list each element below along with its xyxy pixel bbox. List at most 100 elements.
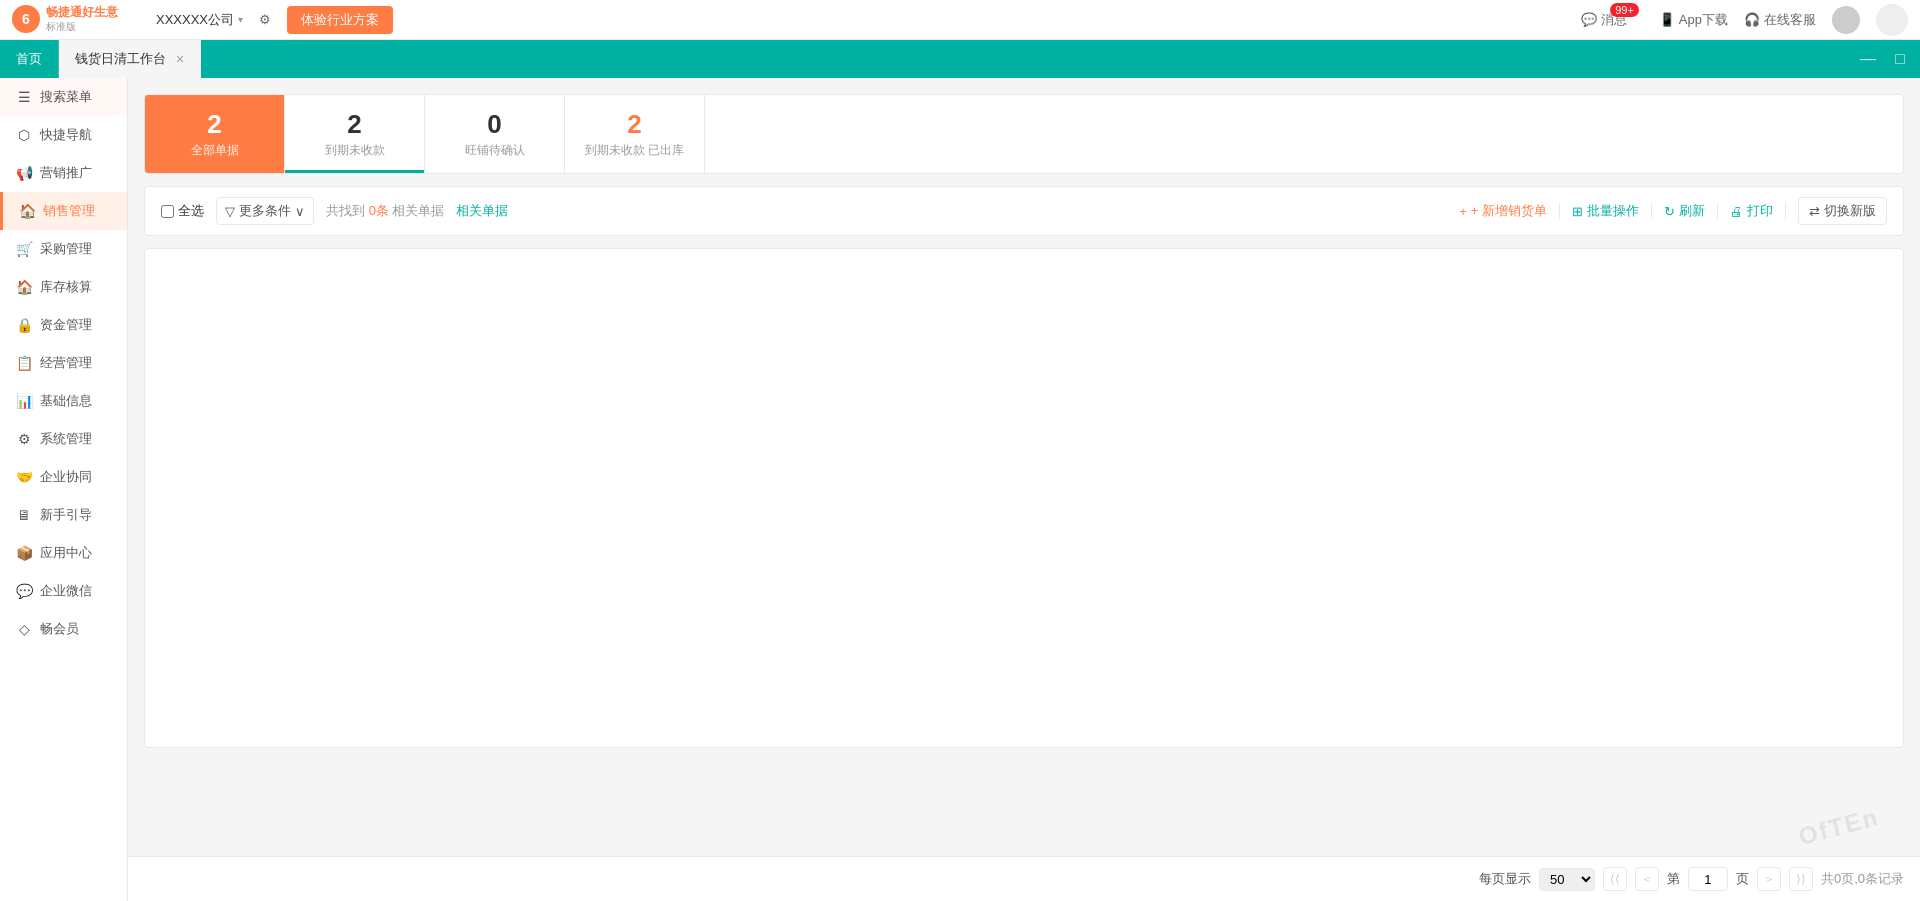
print-icon: 🖨 xyxy=(1730,204,1743,219)
sidebar-label-operations: 经营管理 xyxy=(40,354,92,372)
more-filter-label: 更多条件 xyxy=(239,202,291,220)
refresh-icon: ↻ xyxy=(1664,204,1675,219)
tab-expand-button[interactable]: □ xyxy=(1888,47,1912,71)
tab-workbench-label: 钱货日清工作台 xyxy=(75,50,166,68)
select-all-label: 全选 xyxy=(178,202,204,220)
first-page-button[interactable]: ⟨⟨ xyxy=(1603,867,1627,891)
sidebar-item-system[interactable]: ⚙ 系统管理 xyxy=(0,420,127,458)
main-content: 2 全部单据 2 到期未收款 0 旺铺待确认 2 到期未收款 已出库 全选 ▽ … xyxy=(128,78,1920,901)
plus-icon: + xyxy=(1459,204,1467,219)
stat-tab-all[interactable]: 2 全部单据 xyxy=(145,95,285,173)
company-chevron-icon: ▾ xyxy=(238,14,243,25)
new-order-button[interactable]: + + 新增销货单 xyxy=(1459,202,1547,220)
enterprise-icon: 🤝 xyxy=(16,469,32,485)
select-all-checkbox[interactable]: 全选 xyxy=(161,202,204,220)
sidebar-item-vip[interactable]: ◇ 畅会员 xyxy=(0,610,127,648)
sidebar-item-inventory[interactable]: 🏠 库存核算 xyxy=(0,268,127,306)
more-filter-button[interactable]: ▽ 更多条件 ∨ xyxy=(216,197,314,225)
sidebar-item-enterprise[interactable]: 🤝 企业协同 xyxy=(0,458,127,496)
marketing-icon: 📢 xyxy=(16,165,32,181)
system-icon: ⚙ xyxy=(16,431,32,447)
download-icon: 📱 xyxy=(1659,12,1675,27)
trial-button[interactable]: 体验行业方案 xyxy=(287,6,393,34)
sidebar-label-purchase: 采购管理 xyxy=(40,240,92,258)
stat-label-overdue: 到期未收款 xyxy=(301,142,408,159)
tab-minimize-button[interactable]: — xyxy=(1856,47,1880,71)
page-unit: 页 xyxy=(1736,870,1749,888)
refresh-button[interactable]: ↻ 刷新 xyxy=(1664,202,1705,220)
stat-num-pending: 0 xyxy=(441,109,548,140)
stat-tab-outbound[interactable]: 2 到期未收款 已出库 xyxy=(565,95,705,173)
sidebar-item-quick-nav[interactable]: ⬡ 快捷导航 xyxy=(0,116,127,154)
vip-icon: ◇ xyxy=(16,621,32,637)
divider-4 xyxy=(1785,203,1786,219)
sidebar-item-funds[interactable]: 🔒 资金管理 xyxy=(0,306,127,344)
sidebar-item-purchase[interactable]: 🛒 采购管理 xyxy=(0,230,127,268)
company-selector[interactable]: XXXXXX公司 ▾ xyxy=(156,11,243,29)
switch-icon: ⇄ xyxy=(1809,204,1820,219)
stat-tab-pending[interactable]: 0 旺铺待确认 xyxy=(425,95,565,173)
sidebar-label-app-center: 应用中心 xyxy=(40,544,92,562)
page-input[interactable] xyxy=(1688,867,1728,891)
sidebar-label-sales: 销售管理 xyxy=(43,202,95,220)
sidebar-item-sales[interactable]: 🏠 销售管理 xyxy=(0,192,127,230)
divider-2 xyxy=(1651,203,1652,219)
tab-actions: — □ xyxy=(1856,40,1920,78)
related-docs-link[interactable]: 相关单据 xyxy=(456,202,508,220)
sidebar-item-wechat[interactable]: 💬 企业微信 xyxy=(0,572,127,610)
messages-button[interactable]: 💬 消息 99+ xyxy=(1581,11,1627,29)
online-service-button[interactable]: 🎧 在线客服 xyxy=(1744,11,1816,29)
sidebar-label-inventory: 库存核算 xyxy=(40,278,92,296)
sidebar-item-app-center[interactable]: 📦 应用中心 xyxy=(0,534,127,572)
tab-workbench[interactable]: 钱货日清工作台 × xyxy=(59,40,201,78)
sidebar-item-marketing[interactable]: 📢 营销推广 xyxy=(0,154,127,192)
print-button[interactable]: 🖨 打印 xyxy=(1730,202,1773,220)
service-icon: 🎧 xyxy=(1744,12,1760,27)
sidebar-item-search-menu[interactable]: ☰ 搜索菜单 xyxy=(0,78,127,116)
sidebar-label-quick-nav: 快捷导航 xyxy=(40,126,92,144)
page-total: 共0页,0条记录 xyxy=(1821,870,1904,888)
sidebar-item-guide[interactable]: 🖥 新手引导 xyxy=(0,496,127,534)
sidebar-label-enterprise: 企业协同 xyxy=(40,468,92,486)
logo-area: 6 畅捷通好生意 标准版 xyxy=(12,5,140,33)
switch-version-button[interactable]: ⇄ 切换新版 xyxy=(1798,197,1887,225)
per-page-label: 每页显示 xyxy=(1479,870,1531,888)
tab-home[interactable]: 首页 xyxy=(0,40,59,78)
app-download-label: App下载 xyxy=(1679,11,1728,29)
online-service-label: 在线客服 xyxy=(1764,11,1816,29)
purchase-icon: 🛒 xyxy=(16,241,32,257)
sidebar-label-wechat: 企业微信 xyxy=(40,582,92,600)
divider-1 xyxy=(1559,203,1560,219)
app-center-icon: 📦 xyxy=(16,545,32,561)
wechat-icon: 💬 xyxy=(16,583,32,599)
next-page-button[interactable]: ＞ xyxy=(1757,867,1781,891)
toolbar-left: 全选 ▽ 更多条件 ∨ 共找到 0条 相关单据 相关单据 xyxy=(161,197,1447,225)
stat-label-pending: 旺铺待确认 xyxy=(441,142,548,159)
filter-chevron-icon: ∨ xyxy=(295,204,305,219)
sidebar-item-base-info[interactable]: 📊 基础信息 xyxy=(0,382,127,420)
avatar[interactable] xyxy=(1832,6,1860,34)
per-page-select[interactable]: 20 50 100 xyxy=(1539,868,1595,891)
batch-icon: ⊞ xyxy=(1572,204,1583,219)
tab-close-icon[interactable]: × xyxy=(176,51,184,67)
divider-3 xyxy=(1717,203,1718,219)
stat-label-outbound: 到期未收款 已出库 xyxy=(581,142,688,159)
funds-icon: 🔒 xyxy=(16,317,32,333)
stat-tab-overdue[interactable]: 2 到期未收款 xyxy=(285,95,425,173)
logo-text: 畅捷通好生意 xyxy=(46,5,118,19)
settings-button[interactable]: ⚙ xyxy=(251,6,279,34)
batch-operation-button[interactable]: ⊞ 批量操作 xyxy=(1572,202,1639,220)
sidebar: ☰ 搜索菜单 ⬡ 快捷导航 📢 营销推广 🏠 销售管理 🛒 采购管理 🏠 库存核… xyxy=(0,78,128,901)
header-right: 💬 消息 99+ 📱 App下载 🎧 在线客服 xyxy=(1581,4,1908,36)
tab-bar: 首页 钱货日清工作台 × — □ xyxy=(0,40,1920,78)
stat-num-all: 2 xyxy=(161,109,268,140)
pagination: 每页显示 20 50 100 ⟨⟨ ＜ 第 页 ＞ ⟩⟩ 共0页,0条记录 xyxy=(128,856,1920,901)
sidebar-item-operations[interactable]: 📋 经营管理 xyxy=(0,344,127,382)
app-download-button[interactable]: 📱 App下载 xyxy=(1659,11,1728,29)
last-page-button[interactable]: ⟩⟩ xyxy=(1789,867,1813,891)
sales-icon: 🏠 xyxy=(19,203,35,219)
avatar-extra xyxy=(1876,4,1908,36)
prev-page-button[interactable]: ＜ xyxy=(1635,867,1659,891)
select-all-input[interactable] xyxy=(161,205,174,218)
inventory-icon: 🏠 xyxy=(16,279,32,295)
